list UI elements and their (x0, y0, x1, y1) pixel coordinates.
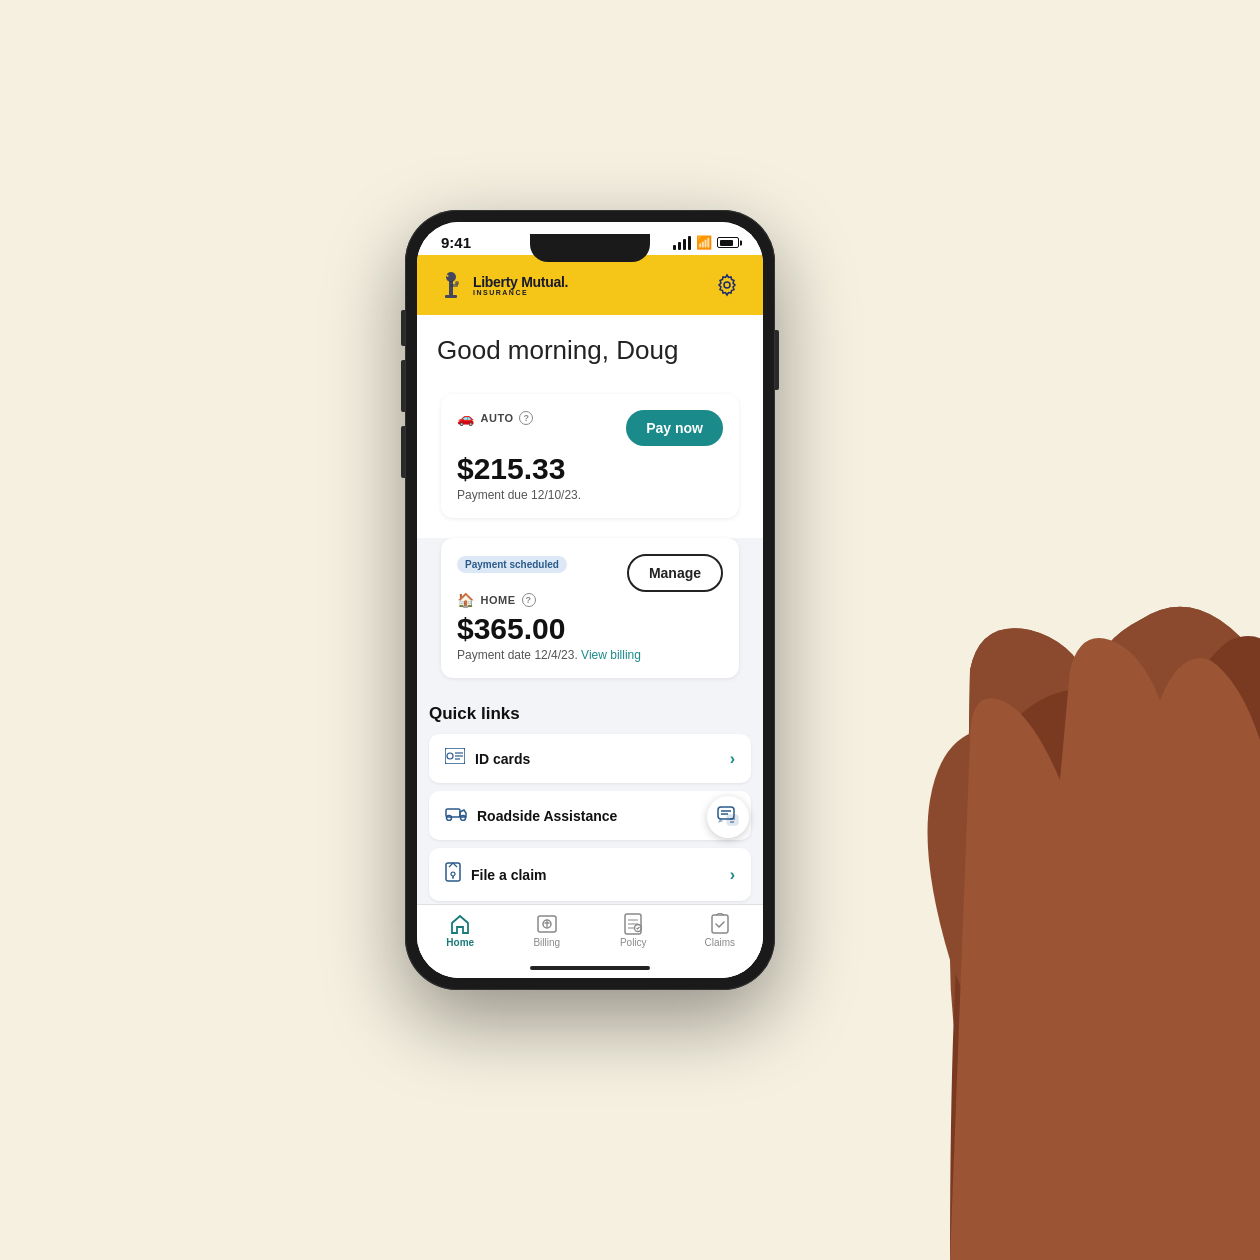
policy-nav-icon (622, 913, 644, 935)
auto-policy-card: 🚗 AUTO ? Pay now $215.33 Payment due 12/… (441, 394, 739, 518)
app-header: Liberty Mutual. INSURANCE (417, 255, 763, 315)
billing-nav-label: Billing (533, 937, 560, 948)
home-indicator (417, 958, 763, 978)
auto-due: Payment due 12/10/23. (457, 488, 723, 502)
manage-button[interactable]: Manage (627, 554, 723, 592)
nav-policy[interactable]: Policy (590, 913, 677, 948)
roadside-label: Roadside Assistance (477, 808, 617, 824)
svg-point-5 (455, 281, 459, 285)
claim-icon (445, 862, 461, 887)
gear-icon (715, 273, 739, 297)
logo-main-text: Liberty Mutual. (473, 275, 568, 289)
view-billing-link[interactable]: View billing (581, 648, 641, 662)
greeting-text: Good morning, Doug (417, 315, 763, 380)
roadside-assistance-link[interactable]: Roadside Assistance › (429, 791, 751, 840)
quick-links-title: Quick links (429, 704, 751, 724)
logo-area: Liberty Mutual. INSURANCE (437, 269, 568, 301)
svg-point-13 (447, 816, 452, 821)
id-cards-label: ID cards (475, 751, 530, 767)
auto-icon: 🚗 (457, 410, 475, 426)
claims-nav-label: Claims (704, 937, 735, 948)
policy-nav-label: Policy (620, 937, 647, 948)
chevron-right-icon: › (730, 750, 735, 768)
svg-rect-22 (727, 815, 738, 825)
nav-billing[interactable]: Billing (504, 913, 591, 948)
quick-links-section: Quick links (417, 688, 763, 904)
file-claim-label: File a claim (471, 867, 546, 883)
claims-nav-icon (709, 913, 731, 935)
home-nav-label: Home (446, 937, 474, 948)
logo-text: Liberty Mutual. INSURANCE (473, 275, 568, 296)
bottom-nav: Home Billing (417, 904, 763, 958)
auto-policy-type: 🚗 AUTO ? (457, 410, 533, 426)
chat-bubble-icon (717, 806, 739, 828)
nav-claims[interactable]: Claims (677, 913, 764, 948)
chevron-right-icon-3: › (730, 866, 735, 884)
auto-info-icon[interactable]: ? (519, 411, 533, 425)
svg-point-16 (451, 872, 455, 876)
svg-point-6 (724, 282, 730, 288)
home-due: Payment date 12/4/23. View billing (457, 648, 723, 662)
roadside-icon (445, 805, 467, 826)
chat-button[interactable] (707, 796, 749, 838)
file-claim-link[interactable]: File a claim › (429, 848, 751, 901)
home-nav-icon (449, 913, 471, 935)
status-time: 9:41 (441, 234, 471, 251)
status-icons: 📶 (673, 235, 739, 250)
home-policy-type: 🏠 HOME ? (457, 592, 723, 608)
payment-scheduled-badge: Payment scheduled (457, 556, 567, 573)
phone-notch (530, 234, 650, 262)
logo-sub-text: INSURANCE (473, 289, 568, 296)
greeting-section: Good morning, Doug (417, 315, 763, 388)
id-cards-link[interactable]: ID cards › (429, 734, 751, 783)
svg-point-8 (447, 753, 453, 759)
svg-point-14 (461, 816, 466, 821)
id-card-icon (445, 748, 465, 769)
svg-rect-2 (449, 281, 453, 295)
signal-icon (673, 236, 691, 250)
home-policy-card: Payment scheduled Manage 🏠 HOME ? $365.0… (441, 538, 739, 678)
svg-rect-3 (445, 295, 457, 298)
home-info-icon[interactable]: ? (522, 593, 536, 607)
wifi-icon: 📶 (696, 235, 712, 250)
billing-nav-icon (536, 913, 558, 935)
svg-point-1 (446, 272, 456, 282)
app-content: Good morning, Doug 🚗 AUTO ? Pay n (417, 315, 763, 978)
home-icon: 🏠 (457, 592, 475, 608)
battery-icon (717, 237, 739, 248)
liberty-statue-icon (437, 269, 465, 301)
auto-amount: $215.33 (457, 452, 723, 486)
nav-home[interactable]: Home (417, 913, 504, 948)
svg-rect-34 (712, 915, 728, 933)
settings-button[interactable] (711, 269, 743, 301)
pay-now-button[interactable]: Pay now (626, 410, 723, 446)
home-amount: $365.00 (457, 612, 723, 646)
